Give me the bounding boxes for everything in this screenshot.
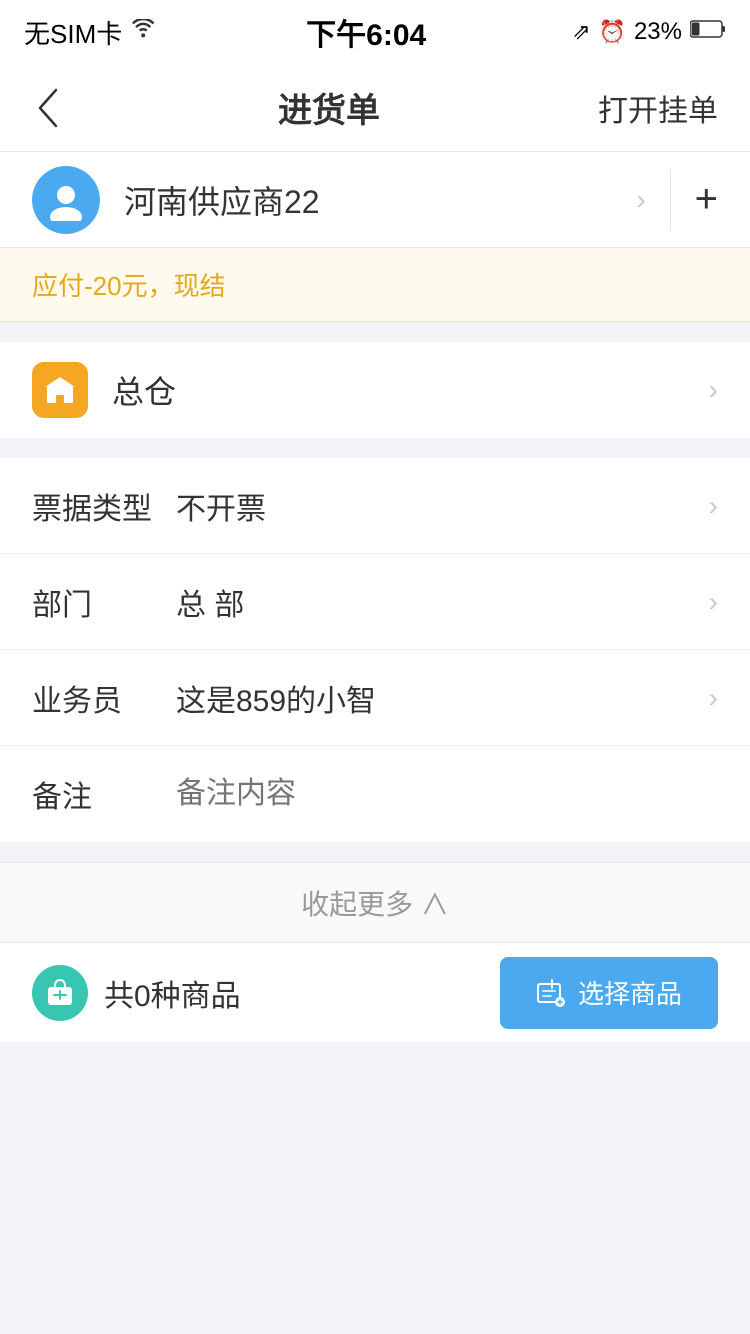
select-product-icon [536, 978, 566, 1008]
supplier-chevron-icon: › [636, 184, 645, 216]
sales-person-value: 这是859的小智 [152, 676, 709, 720]
invoice-type-row[interactable]: 票据类型 不开票 › [0, 458, 750, 554]
warehouse-icon [32, 362, 88, 418]
status-left: 无SIM卡 [24, 14, 160, 51]
balance-notice-text: 应付-20元，现结 [32, 271, 226, 301]
collapse-label: 收起更多 ∧ [301, 883, 449, 923]
warehouse-name: 总仓 [112, 367, 709, 413]
invoice-type-value: 不开票 [152, 484, 709, 528]
warehouse-section: 总仓 › [0, 342, 750, 438]
bottom-bar: 共0种商品 选择商品 [0, 942, 750, 1042]
supplier-name: 河南供应商22 [124, 177, 636, 223]
sales-person-row[interactable]: 业务员 这是859的小智 › [0, 650, 750, 746]
department-chevron-icon: › [709, 586, 718, 618]
remarks-row[interactable]: 备注 [0, 746, 750, 842]
add-supplier-button[interactable]: + [695, 177, 718, 222]
battery-label: 23% [634, 18, 682, 46]
department-label: 部门 [32, 580, 152, 624]
supplier-row[interactable]: 河南供应商22 › + [0, 152, 750, 248]
battery-icon [690, 18, 726, 46]
status-right: ⇗ ⏰ 23% [572, 18, 726, 46]
status-time: 下午6:04 [306, 10, 426, 54]
product-count-area: 共0种商品 [32, 965, 241, 1021]
page-background [0, 1042, 750, 1242]
open-pending-button[interactable]: 打开挂单 [598, 86, 718, 130]
location-icon: ⇗ [572, 19, 590, 45]
nav-bar: 进货单 打开挂单 [0, 64, 750, 152]
sales-person-label: 业务员 [32, 676, 152, 720]
page-title: 进货单 [278, 83, 380, 132]
back-button[interactable] [32, 86, 60, 130]
form-section: 票据类型 不开票 › 部门 总 部 › 业务员 这是859的小智 › 备注 [0, 458, 750, 842]
status-bar: 无SIM卡 下午6:04 ⇗ ⏰ 23% [0, 0, 750, 64]
product-count-text: 共0种商品 [104, 971, 241, 1015]
select-product-button[interactable]: 选择商品 [500, 957, 718, 1029]
remarks-label: 备注 [32, 772, 152, 816]
wifi-icon [132, 17, 160, 48]
sales-person-chevron-icon: › [709, 682, 718, 714]
supplier-section: 河南供应商22 › + 应付-20元，现结 [0, 152, 750, 322]
invoice-type-label: 票据类型 [32, 484, 152, 528]
alarm-icon: ⏰ [599, 19, 626, 45]
supplier-avatar [32, 166, 100, 234]
product-bag-icon [32, 965, 88, 1021]
carrier-label: 无SIM卡 [24, 14, 122, 51]
department-row[interactable]: 部门 总 部 › [0, 554, 750, 650]
balance-notice: 应付-20元，现结 [0, 248, 750, 322]
warehouse-row[interactable]: 总仓 › [0, 342, 750, 438]
collapse-button[interactable]: 收起更多 ∧ [0, 862, 750, 942]
invoice-type-chevron-icon: › [709, 490, 718, 522]
warehouse-chevron-icon: › [709, 374, 718, 406]
remarks-input[interactable] [152, 777, 718, 811]
department-value: 总 部 [152, 580, 709, 624]
vertical-divider [670, 170, 671, 230]
select-product-label: 选择商品 [578, 974, 682, 1011]
